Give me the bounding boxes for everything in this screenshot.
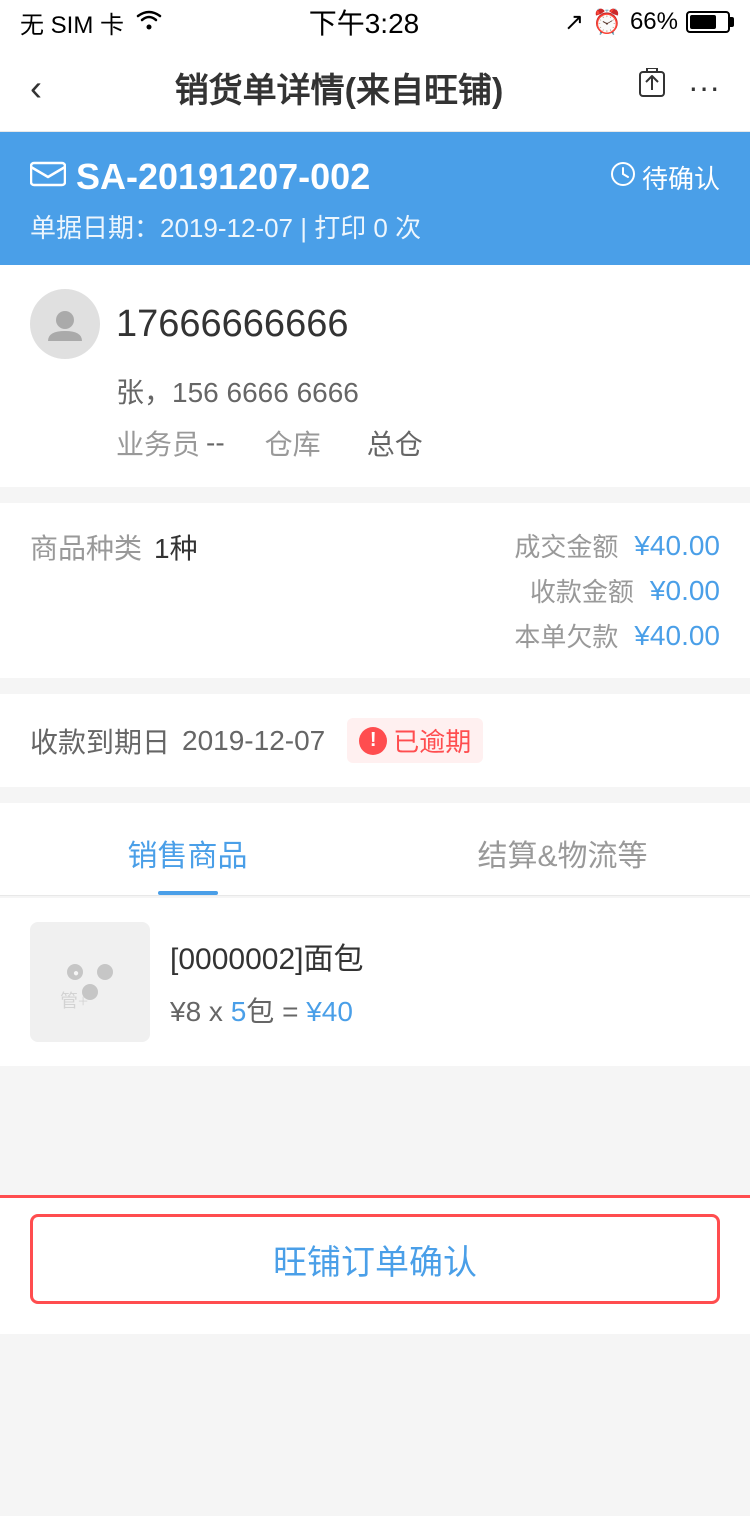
svg-text:管+: 管+ — [60, 991, 88, 1011]
status-text: 待确认 — [642, 159, 720, 196]
due-date-card: 收款到期日 2019-12-07 ! 已逾期 — [0, 694, 750, 787]
product-thumbnail: ● 管+ — [30, 922, 150, 1042]
total-text: ¥40 — [306, 996, 353, 1027]
customer-avatar — [30, 289, 100, 359]
product-price-line: ¥8 x 5包 = ¥40 — [170, 990, 720, 1030]
due-date-label: 收款到期日 — [30, 721, 170, 761]
amount-value: ¥40.00 — [634, 530, 720, 562]
bottom-button-wrap: 旺铺订单确认 — [0, 1195, 750, 1334]
confirm-order-button[interactable]: 旺铺订单确认 — [30, 1214, 720, 1304]
tab-settlement[interactable]: 结算&物流等 — [375, 803, 750, 895]
tab-sales-goods[interactable]: 销售商品 — [0, 803, 375, 895]
warehouse-label: 仓库 — [265, 423, 321, 463]
order-icon — [30, 156, 66, 198]
status-bar: 无 SIM 卡 下午3:28 ↗ ⏰ 66% — [0, 0, 750, 44]
customer-name: 张，156 6666 6666 — [116, 371, 720, 411]
order-id: SA-20191207-002 — [30, 156, 370, 198]
equals-text: = — [274, 996, 306, 1027]
nav-bar: ‹ 销货单详情(来自旺铺) ··· — [0, 44, 750, 132]
wifi-icon — [134, 8, 164, 37]
amount-label: 成交金额 — [514, 527, 618, 564]
battery-icon — [686, 11, 730, 33]
product-card: ● 管+ [0000002]面包 ¥8 x 5包 = ¥40 — [0, 898, 750, 1066]
summary-card: 商品种类 1种 成交金额 ¥40.00 收款金额 ¥0.00 本单欠款 ¥40.… — [0, 503, 750, 678]
back-button[interactable]: ‹ — [30, 67, 42, 109]
qty-text: 5 — [231, 996, 247, 1027]
debt-value: ¥40.00 — [634, 620, 720, 652]
received-value: ¥0.00 — [650, 575, 720, 607]
product-name: [0000002]面包 — [170, 934, 720, 978]
overdue-icon: ! — [359, 727, 387, 755]
order-status: 待确认 — [610, 159, 720, 196]
debt-label: 本单欠款 — [514, 617, 618, 654]
goods-type-label: 商品种类 — [30, 527, 142, 567]
overdue-text: 已逾期 — [393, 722, 471, 759]
received-label: 收款金额 — [530, 572, 634, 609]
sales-value: -- — [206, 427, 225, 459]
warehouse-value: 总仓 — [367, 423, 423, 463]
status-bar-left: 无 SIM 卡 — [20, 5, 164, 40]
customer-card: 17666666666 张，156 6666 6666 业务员 -- 仓库 总仓 — [0, 265, 750, 487]
svg-text:●: ● — [73, 968, 79, 979]
unit-text: 包 — [246, 996, 274, 1027]
tabs-container: 销售商品 结算&物流等 — [0, 803, 750, 896]
share-button[interactable] — [636, 68, 668, 108]
page-title: 销货单详情(来自旺铺) — [175, 63, 504, 112]
price-text: ¥8 x — [170, 996, 231, 1027]
product-info: [0000002]面包 ¥8 x 5包 = ¥40 — [170, 934, 720, 1030]
battery-text: 66% — [630, 8, 678, 36]
location-icon: ↗ — [564, 8, 584, 37]
order-date: 单据日期：2019-12-07 | 打印 0 次 — [30, 208, 720, 245]
alarm-icon: ⏰ — [592, 8, 622, 37]
customer-phone: 17666666666 — [116, 303, 348, 346]
due-date-value: 2019-12-07 — [182, 725, 325, 757]
clock-icon — [610, 161, 636, 194]
status-bar-right: ↗ ⏰ 66% — [564, 8, 730, 37]
carrier-text: 无 SIM 卡 — [20, 5, 124, 40]
overdue-badge: ! 已逾期 — [347, 718, 483, 763]
sales-label: 业务员 — [116, 423, 200, 463]
goods-type-value: 1种 — [154, 527, 198, 567]
order-header: SA-20191207-002 待确认 单据日期：2019-12-07 | 打印… — [0, 132, 750, 265]
nav-actions: ··· — [636, 68, 720, 108]
status-time: 下午3:28 — [309, 2, 420, 42]
more-button[interactable]: ··· — [688, 69, 720, 106]
